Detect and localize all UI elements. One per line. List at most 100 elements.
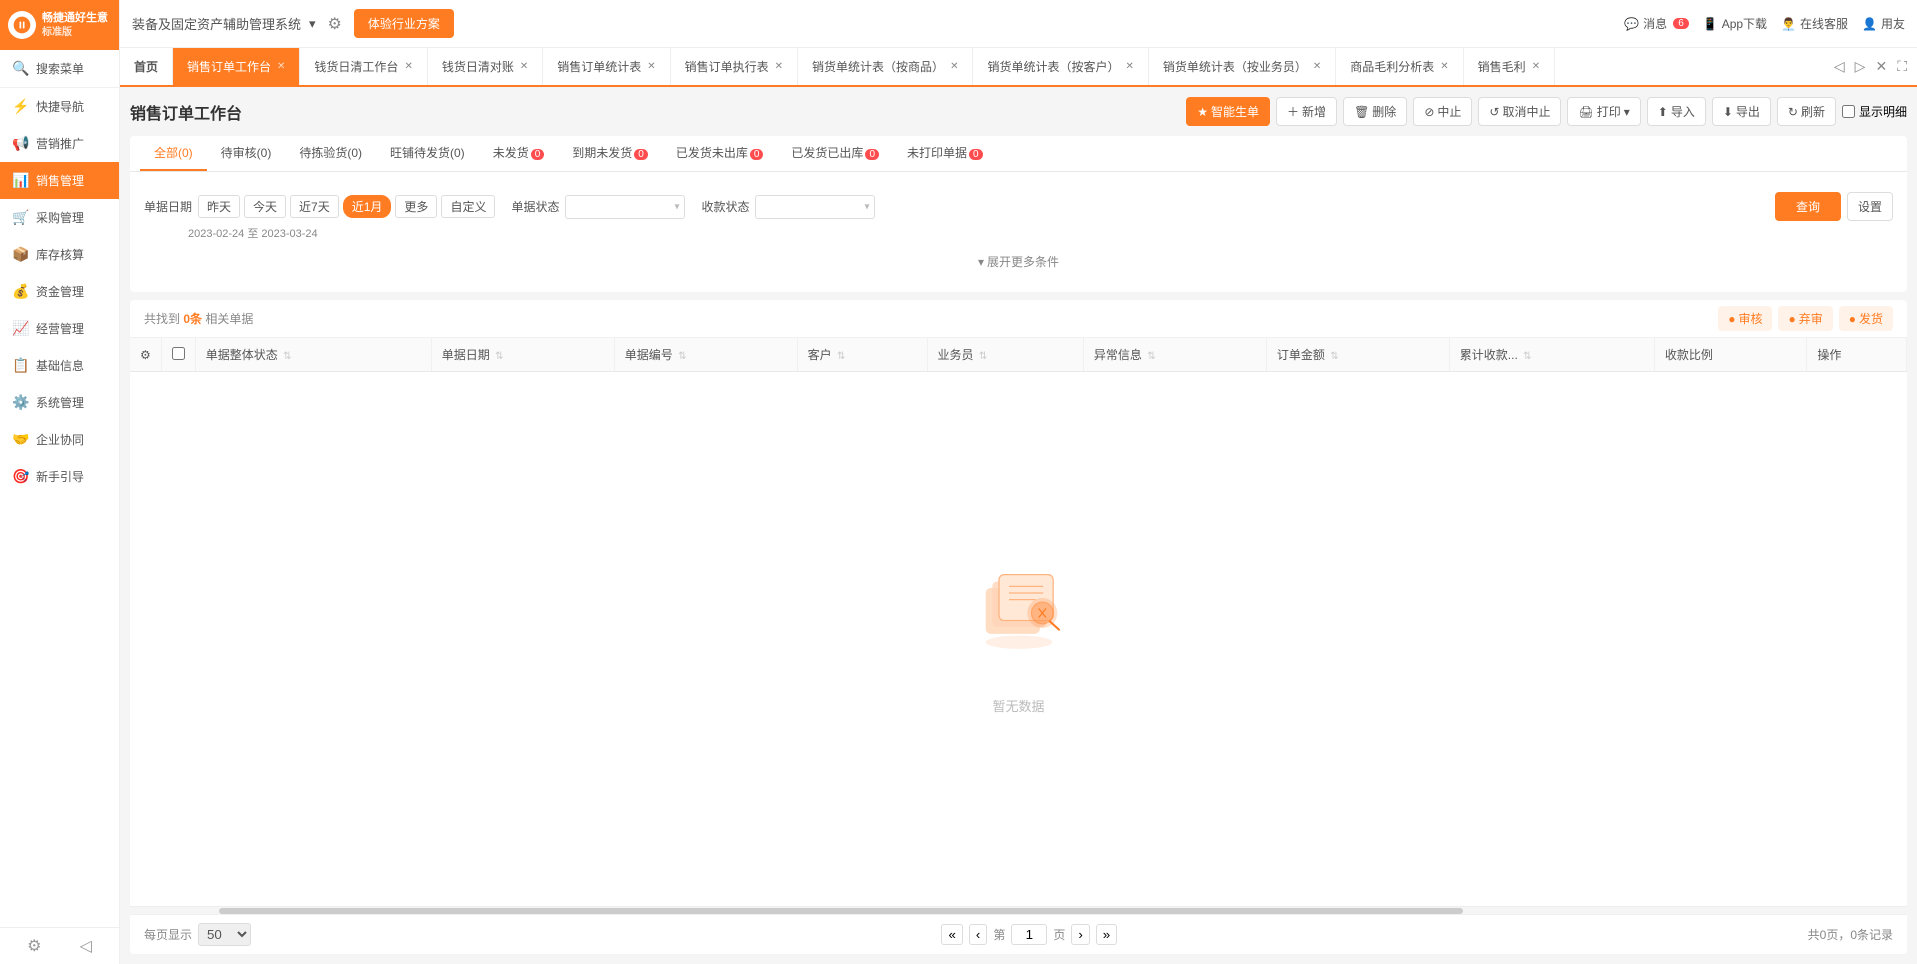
sort-icon-amount[interactable]: ⇅ bbox=[1330, 351, 1338, 362]
tab-sales-stat-close[interactable]: ✕ bbox=[647, 61, 655, 72]
payment-select[interactable] bbox=[755, 195, 875, 219]
select-all-checkbox[interactable] bbox=[172, 347, 185, 360]
sidebar-item-finance[interactable]: 💰 资金管理 bbox=[0, 273, 119, 310]
filter-tab-shipped-out[interactable]: 已发货已出库0 bbox=[777, 136, 893, 171]
tab-sales-workbench-close[interactable]: ✕ bbox=[277, 61, 285, 72]
cancel-audit-button[interactable]: ● 弃审 bbox=[1778, 306, 1832, 331]
first-page-button[interactable]: « bbox=[941, 924, 962, 945]
page-total: 共0页，0条记录 bbox=[1808, 926, 1893, 943]
app-download-group[interactable]: 📱 App下载 bbox=[1703, 15, 1767, 32]
filter-tab-overdue-ship[interactable]: 到期未发货0 bbox=[558, 136, 662, 171]
cancel-stop-button[interactable]: ↺ 取消中止 bbox=[1478, 97, 1561, 126]
sidebar-item-guide[interactable]: 🎯 新手引导 bbox=[0, 458, 119, 495]
page-size-select[interactable]: 10 20 50 100 bbox=[198, 923, 251, 946]
trial-button[interactable]: 体验行业方案 bbox=[354, 9, 454, 38]
tab-prev-icon[interactable]: ◁ bbox=[1830, 54, 1849, 79]
tab-cash-daily-close[interactable]: ✕ bbox=[404, 61, 412, 72]
filter-tab-pending-audit[interactable]: 待审核(0) bbox=[207, 136, 286, 171]
ship-button[interactable]: ● 发货 bbox=[1839, 306, 1893, 331]
sidebar-item-inventory[interactable]: 📦 库存核算 bbox=[0, 236, 119, 273]
export-button[interactable]: ⬇ 导出 bbox=[1712, 97, 1771, 126]
th-checkbox[interactable] bbox=[161, 338, 195, 372]
topbar-settings-icon[interactable]: ⚙ bbox=[324, 10, 346, 38]
horizontal-scrollbar[interactable] bbox=[130, 906, 1907, 914]
sidebar-collapse-icon[interactable]: ◁ bbox=[80, 936, 92, 956]
date-7days-btn[interactable]: 近7天 bbox=[290, 195, 339, 218]
print-button[interactable]: 🖨 打印 ▾ bbox=[1567, 97, 1640, 126]
sort-icon-salesperson[interactable]: ⇅ bbox=[979, 351, 987, 362]
sidebar-item-purchase[interactable]: 🛒 采购管理 bbox=[0, 199, 119, 236]
smart-generate-button[interactable]: ★ 智能生单 bbox=[1186, 97, 1270, 126]
stop-button[interactable]: ⊘ 中止 bbox=[1413, 97, 1472, 126]
th-settings[interactable]: ⚙ bbox=[130, 338, 161, 372]
tab-sales-exec[interactable]: 销售订单执行表 ✕ bbox=[671, 48, 798, 85]
message-group[interactable]: 💬 消息 6 bbox=[1624, 15, 1689, 32]
tab-cash-reconcile-close[interactable]: ✕ bbox=[520, 61, 528, 72]
expand-filter-button[interactable]: ▾ 展开更多条件 bbox=[970, 249, 1067, 274]
sort-icon-doc-status[interactable]: ⇅ bbox=[283, 351, 291, 362]
date-more-btn[interactable]: 更多 bbox=[395, 195, 437, 218]
tab-sales-profit-close[interactable]: ✕ bbox=[1532, 61, 1540, 72]
tab-sales-exec-close[interactable]: ✕ bbox=[775, 61, 783, 72]
sort-icon-doc-number[interactable]: ⇅ bbox=[678, 351, 686, 362]
sort-icon-exception[interactable]: ⇅ bbox=[1147, 351, 1155, 362]
date-1month-btn[interactable]: 近1月 bbox=[343, 195, 392, 218]
sidebar-item-basic[interactable]: 📋 基础信息 bbox=[0, 347, 119, 384]
tab-sales-stat[interactable]: 销售订单统计表 ✕ bbox=[543, 48, 670, 85]
delete-button[interactable]: 🗑 删除 bbox=[1343, 97, 1407, 126]
tab-sales-stat-staff-close[interactable]: ✕ bbox=[1313, 61, 1321, 72]
sort-icon-collected[interactable]: ⇅ bbox=[1523, 351, 1531, 362]
date-today-btn[interactable]: 今天 bbox=[244, 195, 286, 218]
next-page-button[interactable]: › bbox=[1071, 924, 1089, 945]
add-button[interactable]: ＋ 新增 bbox=[1276, 97, 1337, 126]
sidebar-item-corp[interactable]: 🤝 企业协同 bbox=[0, 421, 119, 458]
user-group[interactable]: 👤 用友 bbox=[1862, 15, 1905, 32]
sidebar-item-search[interactable]: 🔍 搜索菜单 bbox=[0, 50, 119, 88]
page-input[interactable] bbox=[1011, 924, 1047, 945]
tab-margin-analysis-close[interactable]: ✕ bbox=[1440, 61, 1448, 72]
tab-cash-daily[interactable]: 钱货日清工作台 ✕ bbox=[300, 48, 427, 85]
online-service-group[interactable]: 👨‍💼 在线客服 bbox=[1781, 15, 1848, 32]
filter-tab-not-printed[interactable]: 未打印单据0 bbox=[893, 136, 997, 171]
query-button[interactable]: 查询 bbox=[1775, 192, 1841, 221]
status-select[interactable] bbox=[565, 195, 685, 219]
filter-tab-all[interactable]: 全部(0) bbox=[140, 136, 207, 171]
filter-tab-shipped-not-out[interactable]: 已发货未出库0 bbox=[662, 136, 778, 171]
sidebar-item-operation[interactable]: 📈 经营管理 bbox=[0, 310, 119, 347]
prev-page-button[interactable]: ‹ bbox=[969, 924, 987, 945]
th-operation: 操作 bbox=[1807, 338, 1907, 372]
sort-icon-customer[interactable]: ⇅ bbox=[837, 351, 845, 362]
last-page-button[interactable]: » bbox=[1096, 924, 1117, 945]
refresh-button[interactable]: ↻ 刷新 bbox=[1777, 97, 1836, 126]
tab-next-icon[interactable]: ▷ bbox=[1851, 54, 1870, 79]
sidebar-item-quick[interactable]: ⚡ 快捷导航 bbox=[0, 88, 119, 125]
show-detail-checkbox[interactable] bbox=[1842, 105, 1855, 118]
date-custom-btn[interactable]: 自定义 bbox=[441, 195, 495, 218]
tab-sales-stat-staff[interactable]: 销货单统计表（按业务员） ✕ bbox=[1149, 48, 1336, 85]
tab-close-all-icon[interactable]: ✕ bbox=[1871, 54, 1891, 79]
filter-tab-not-shipped[interactable]: 未发货0 bbox=[479, 136, 559, 171]
show-detail-label[interactable]: 显示明细 bbox=[1842, 103, 1907, 120]
date-yesterday-btn[interactable]: 昨天 bbox=[198, 195, 240, 218]
tab-fullscreen-icon[interactable]: ⛶ bbox=[1893, 54, 1911, 79]
filter-tab-wangpu-ship[interactable]: 旺铺待发货(0) bbox=[376, 136, 479, 171]
filter-tab-pending-inspect[interactable]: 待拣验货(0) bbox=[285, 136, 376, 171]
tab-sales-stat-prod-close[interactable]: ✕ bbox=[950, 61, 958, 72]
sidebar-item-marketing[interactable]: 📢 营销推广 bbox=[0, 125, 119, 162]
sort-icon-doc-date[interactable]: ⇅ bbox=[495, 351, 503, 362]
tab-sales-workbench[interactable]: 销售订单工作台 ✕ bbox=[173, 48, 300, 85]
tab-home[interactable]: 首页 bbox=[120, 48, 173, 85]
tab-margin-analysis[interactable]: 商品毛利分析表 ✕ bbox=[1336, 48, 1463, 85]
tab-sales-profit[interactable]: 销售毛利 ✕ bbox=[1464, 48, 1555, 85]
sidebar-item-system[interactable]: ⚙️ 系统管理 bbox=[0, 384, 119, 421]
sidebar-settings-icon[interactable]: ⚙ bbox=[27, 936, 41, 956]
filter-settings-button[interactable]: 设置 bbox=[1847, 192, 1893, 221]
sidebar-item-sales[interactable]: 📊 销售管理 bbox=[0, 162, 119, 199]
tab-sales-stat-cust[interactable]: 销货单统计表（按客户） ✕ bbox=[973, 48, 1148, 85]
import-button[interactable]: ⬆ 导入 bbox=[1647, 97, 1706, 126]
tab-cash-reconcile[interactable]: 钱货日清对账 ✕ bbox=[428, 48, 543, 85]
tab-sales-stat-cust-close[interactable]: ✕ bbox=[1125, 61, 1133, 72]
tab-sales-stat-prod[interactable]: 销货单统计表（按商品） ✕ bbox=[798, 48, 973, 85]
scrollbar-thumb[interactable] bbox=[219, 908, 1463, 914]
audit-button[interactable]: ● 审核 bbox=[1718, 306, 1772, 331]
